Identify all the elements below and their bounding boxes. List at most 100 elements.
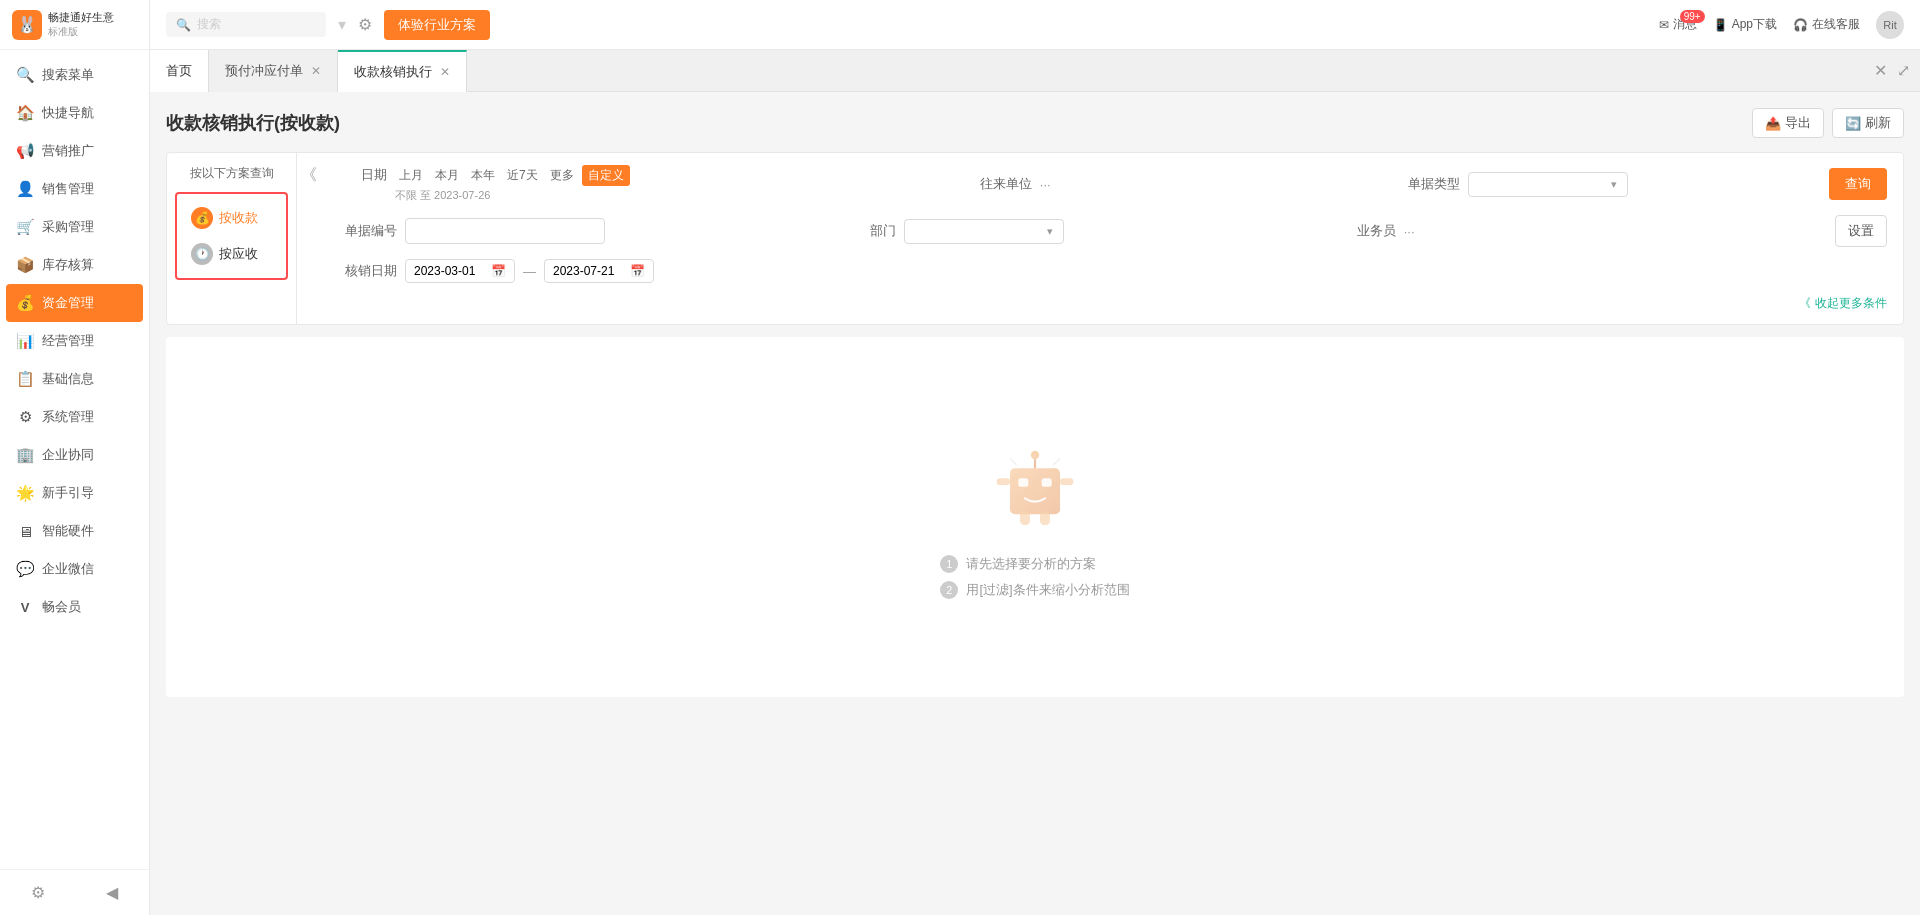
page-content: 收款核销执行(按收款) 📤 导出 🔄 刷新 按以下方案查询 💰 [150, 92, 1920, 915]
sidebar-item-wechat[interactable]: 💬 企业微信 [0, 550, 149, 588]
sidebar-item-label: 采购管理 [42, 218, 94, 236]
main-area: 🔍 搜索 ▾ ⚙ 体验行业方案 ✉ 消息 99+ 📱 App下载 🎧 在线客服 [150, 0, 1920, 915]
partner-field: 往来单位 ··· [972, 175, 1385, 193]
doc-number-field: 单据编号 [337, 218, 820, 244]
sidebar-item-label: 新手引导 [42, 484, 94, 502]
calendar-icon: 📅 [491, 264, 506, 278]
empty-tip-1: 1 请先选择要分析的方案 [940, 555, 1129, 573]
doc-type-field: 单据类型 ▾ [1400, 172, 1813, 197]
close-all-tabs-icon[interactable]: ✕ [1874, 61, 1887, 80]
page-title: 收款核销执行(按收款) [166, 111, 340, 135]
receipt-filter-icon: 💰 [191, 207, 213, 229]
date-custom[interactable]: 自定义 [582, 165, 630, 186]
date-field: 日期 上月 本月 本年 近7天 更多 自定义 不限 至 2023-07-26 [337, 165, 956, 203]
query-btn[interactable]: 查询 [1829, 168, 1887, 200]
filter-row-2: 单据编号 部门 ▾ 业务员 ··· [337, 215, 1887, 247]
industry-plan-btn[interactable]: 体验行业方案 [384, 10, 490, 40]
verify-date-end-input[interactable]: 2023-07-21 📅 [544, 259, 654, 283]
user-name-display: Rit [1883, 19, 1896, 31]
topbar-right: ✉ 消息 99+ 📱 App下载 🎧 在线客服 Rit [1659, 11, 1904, 39]
tip-text-2: 用[过滤]条件来缩小分析范围 [966, 581, 1129, 599]
expand-tabs-icon[interactable]: ⤢ [1897, 61, 1910, 80]
settings-btn[interactable]: 设置 [1835, 215, 1887, 247]
verify-date-field: 核销日期 2023-03-01 📅 — 2023-07-21 📅 [337, 259, 1887, 283]
sidebar: 🐰 畅捷通好生意 标准版 🔍 搜索菜单 🏠 快捷导航 📢 营销推广 👤 销售管理… [0, 0, 150, 915]
topbar: 🔍 搜索 ▾ ⚙ 体验行业方案 ✉ 消息 99+ 📱 App下载 🎧 在线客服 [150, 0, 1920, 50]
empty-state: 1 请先选择要分析的方案 2 用[过滤]条件来缩小分析范围 [166, 337, 1904, 697]
sales-icon: 👤 [16, 180, 34, 198]
sidebar-settings-btn[interactable]: ⚙ [23, 879, 53, 906]
tip-num-1: 1 [940, 555, 958, 573]
dropdown-arrow-icon[interactable]: ▾ [338, 15, 346, 34]
refresh-btn[interactable]: 🔄 刷新 [1832, 108, 1904, 138]
tabs-bar: 首页 预付冲应付单 ✕ 收款核销执行 ✕ ✕ ⤢ [150, 50, 1920, 92]
message-badge: 99+ [1680, 10, 1705, 23]
sidebar-item-quick-nav[interactable]: 🏠 快捷导航 [0, 94, 149, 132]
logo-icon: 🐰 [12, 10, 42, 40]
doc-number-input[interactable] [405, 218, 605, 244]
finance-icon: 💰 [16, 294, 34, 312]
verify-date-end-value: 2023-07-21 [553, 264, 614, 278]
date-last-month[interactable]: 上月 [395, 165, 427, 186]
tab-receipt-close-icon[interactable]: ✕ [440, 65, 450, 79]
verify-date-start-value: 2023-03-01 [414, 264, 475, 278]
sidebar-item-operation[interactable]: 📊 经营管理 [0, 322, 149, 360]
tab-receipt-offset[interactable]: 收款核销执行 ✕ [338, 50, 467, 92]
filter-collapse-arrow[interactable]: 《 [297, 153, 321, 324]
expand-conditions-btn[interactable]: 《 收起更多条件 [337, 295, 1887, 312]
verify-date-start-input[interactable]: 2023-03-01 📅 [405, 259, 515, 283]
topbar-left: 🔍 搜索 ▾ ⚙ 体验行业方案 [166, 10, 490, 40]
sidebar-item-basic-info[interactable]: 📋 基础信息 [0, 360, 149, 398]
online-service-btn[interactable]: 🎧 在线客服 [1793, 16, 1860, 33]
sidebar-item-search-menu[interactable]: 🔍 搜索菜单 [0, 56, 149, 94]
sidebar-item-beginner[interactable]: 🌟 新手引导 [0, 474, 149, 512]
verify-date-label: 核销日期 [337, 262, 397, 280]
calendar-end-icon: 📅 [630, 264, 645, 278]
sidebar-item-label: 资金管理 [42, 294, 94, 312]
online-service-label: 在线客服 [1812, 16, 1860, 33]
sidebar-item-member[interactable]: V 畅会员 [0, 588, 149, 626]
date-more[interactable]: 更多 [546, 165, 578, 186]
smart-hw-icon: 🖥 [16, 522, 34, 540]
date-this-year[interactable]: 本年 [467, 165, 499, 186]
filter-by-receivable[interactable]: 🕐 按应收 [183, 236, 280, 272]
page-header: 收款核销执行(按收款) 📤 导出 🔄 刷新 [166, 108, 1904, 138]
tab-home[interactable]: 首页 [150, 50, 209, 92]
tab-prepay-offset[interactable]: 预付冲应付单 ✕ [209, 50, 338, 92]
sidebar-item-purchase[interactable]: 🛒 采购管理 [0, 208, 149, 246]
sidebar-item-sales[interactable]: 👤 销售管理 [0, 170, 149, 208]
message-btn[interactable]: ✉ 消息 99+ [1659, 16, 1697, 33]
sidebar-item-system[interactable]: ⚙ 系统管理 [0, 398, 149, 436]
system-icon: ⚙ [16, 408, 34, 426]
department-select[interactable]: ▾ [904, 219, 1064, 244]
sidebar-item-label: 企业微信 [42, 560, 94, 578]
doc-type-label: 单据类型 [1400, 175, 1460, 193]
app-download-btn[interactable]: 📱 App下载 [1713, 16, 1777, 33]
doc-type-select[interactable]: ▾ [1468, 172, 1628, 197]
sidebar-collapse-btn[interactable]: ◀ [98, 879, 126, 906]
svg-rect-8 [1040, 512, 1050, 525]
sidebar-item-finance[interactable]: 💰 资金管理 [6, 284, 143, 322]
sidebar-item-label: 销售管理 [42, 180, 94, 198]
enterprise-icon: 🏢 [16, 446, 34, 464]
page-header-actions: 📤 导出 🔄 刷新 [1752, 108, 1904, 138]
svg-rect-1 [1018, 478, 1028, 486]
sidebar-item-smart-hw[interactable]: 🖥 智能硬件 [0, 512, 149, 550]
topbar-search-box[interactable]: 🔍 搜索 [166, 12, 326, 37]
tab-prepay-close-icon[interactable]: ✕ [311, 64, 321, 78]
date-this-month[interactable]: 本月 [431, 165, 463, 186]
settings-gear-icon[interactable]: ⚙ [358, 15, 372, 34]
sidebar-item-marketing[interactable]: 📢 营销推广 [0, 132, 149, 170]
date-7days[interactable]: 近7天 [503, 165, 542, 186]
sidebar-item-inventory[interactable]: 📦 库存核算 [0, 246, 149, 284]
message-icon: ✉ [1659, 18, 1669, 32]
user-profile-btn[interactable]: Rit [1876, 11, 1904, 39]
export-btn[interactable]: 📤 导出 [1752, 108, 1824, 138]
operation-icon: 📊 [16, 332, 34, 350]
sidebar-item-label: 系统管理 [42, 408, 94, 426]
filter-by-receipt[interactable]: 💰 按收款 [183, 200, 280, 236]
filter-sidebar-title: 按以下方案查询 [175, 165, 288, 182]
sidebar-item-enterprise[interactable]: 🏢 企业协同 [0, 436, 149, 474]
headset-icon: 🎧 [1793, 18, 1808, 32]
sidebar-item-label: 企业协同 [42, 446, 94, 464]
